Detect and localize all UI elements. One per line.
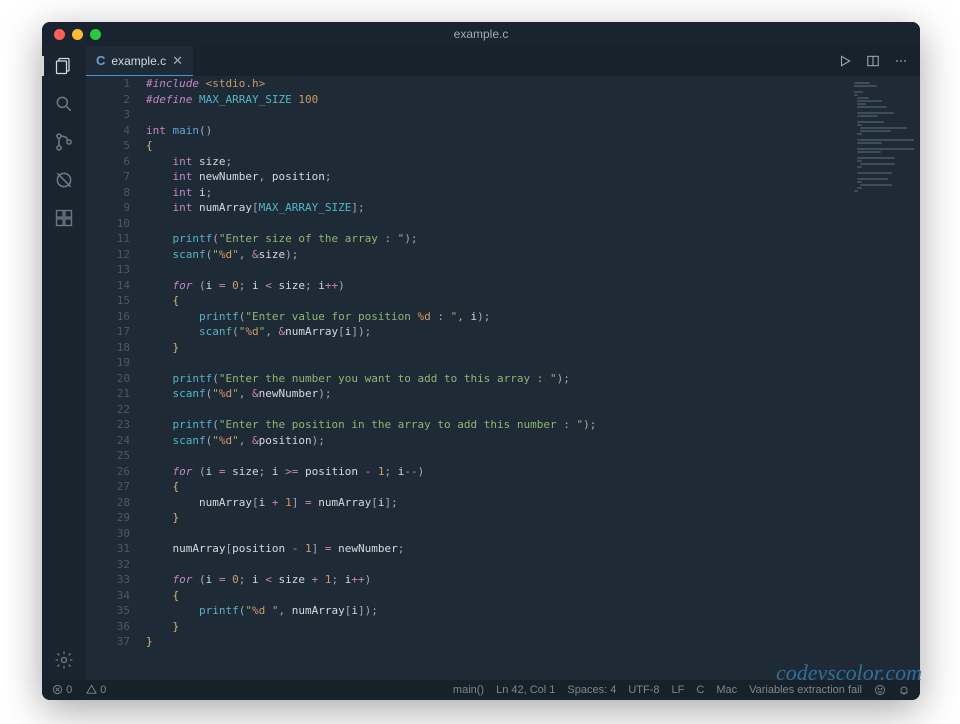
window-title: example.c — [42, 27, 920, 41]
code-content[interactable]: #include <stdio.h>#define MAX_ARRAY_SIZE… — [146, 76, 920, 680]
status-encoding[interactable]: UTF-8 — [628, 684, 659, 696]
editor-actions — [838, 54, 920, 68]
status-bar: 0 0 main() Ln 42, Col 1 Spaces: 4 UTF-8 … — [42, 680, 920, 700]
activity-bar — [42, 46, 86, 680]
status-message[interactable]: Variables extraction fail — [749, 684, 862, 696]
tab-filename: example.c — [111, 54, 166, 68]
tabs-bar: C example.c ✕ — [86, 46, 920, 76]
settings-gear-icon[interactable] — [54, 650, 74, 670]
split-editor-icon[interactable] — [866, 54, 880, 68]
status-bell-icon[interactable] — [898, 684, 910, 696]
status-language[interactable]: C — [696, 684, 704, 696]
source-control-icon[interactable] — [54, 132, 74, 152]
debug-icon[interactable] — [54, 170, 74, 190]
window-controls — [42, 29, 101, 40]
status-context[interactable]: main() — [453, 684, 484, 696]
line-number-gutter: 1234567891011121314151617181920212223242… — [86, 76, 146, 680]
status-eol[interactable]: LF — [672, 684, 685, 696]
title-bar: example.c — [42, 22, 920, 46]
more-actions-icon[interactable] — [894, 54, 908, 68]
c-language-icon: C — [96, 53, 105, 68]
minimap[interactable] — [854, 82, 914, 192]
editor-column: C example.c ✕ — [86, 46, 920, 680]
status-platform[interactable]: Mac — [716, 684, 737, 696]
search-icon[interactable] — [54, 94, 74, 114]
close-window-button[interactable] — [54, 29, 65, 40]
explorer-icon[interactable] — [42, 56, 74, 76]
minimize-window-button[interactable] — [72, 29, 83, 40]
editor-window: example.c — [42, 22, 920, 700]
editor-area[interactable]: 1234567891011121314151617181920212223242… — [86, 76, 920, 680]
status-errors[interactable]: 0 — [52, 684, 72, 696]
status-indent[interactable]: Spaces: 4 — [567, 684, 616, 696]
maximize-window-button[interactable] — [90, 29, 101, 40]
tab-close-icon[interactable]: ✕ — [172, 53, 183, 69]
status-cursor-position[interactable]: Ln 42, Col 1 — [496, 684, 555, 696]
run-icon[interactable] — [838, 54, 852, 68]
workbench: C example.c ✕ — [42, 46, 920, 680]
status-warnings[interactable]: 0 — [86, 684, 106, 696]
extensions-icon[interactable] — [54, 208, 74, 228]
status-feedback-icon[interactable] — [874, 684, 886, 696]
tab-example-c[interactable]: C example.c ✕ — [86, 46, 193, 76]
